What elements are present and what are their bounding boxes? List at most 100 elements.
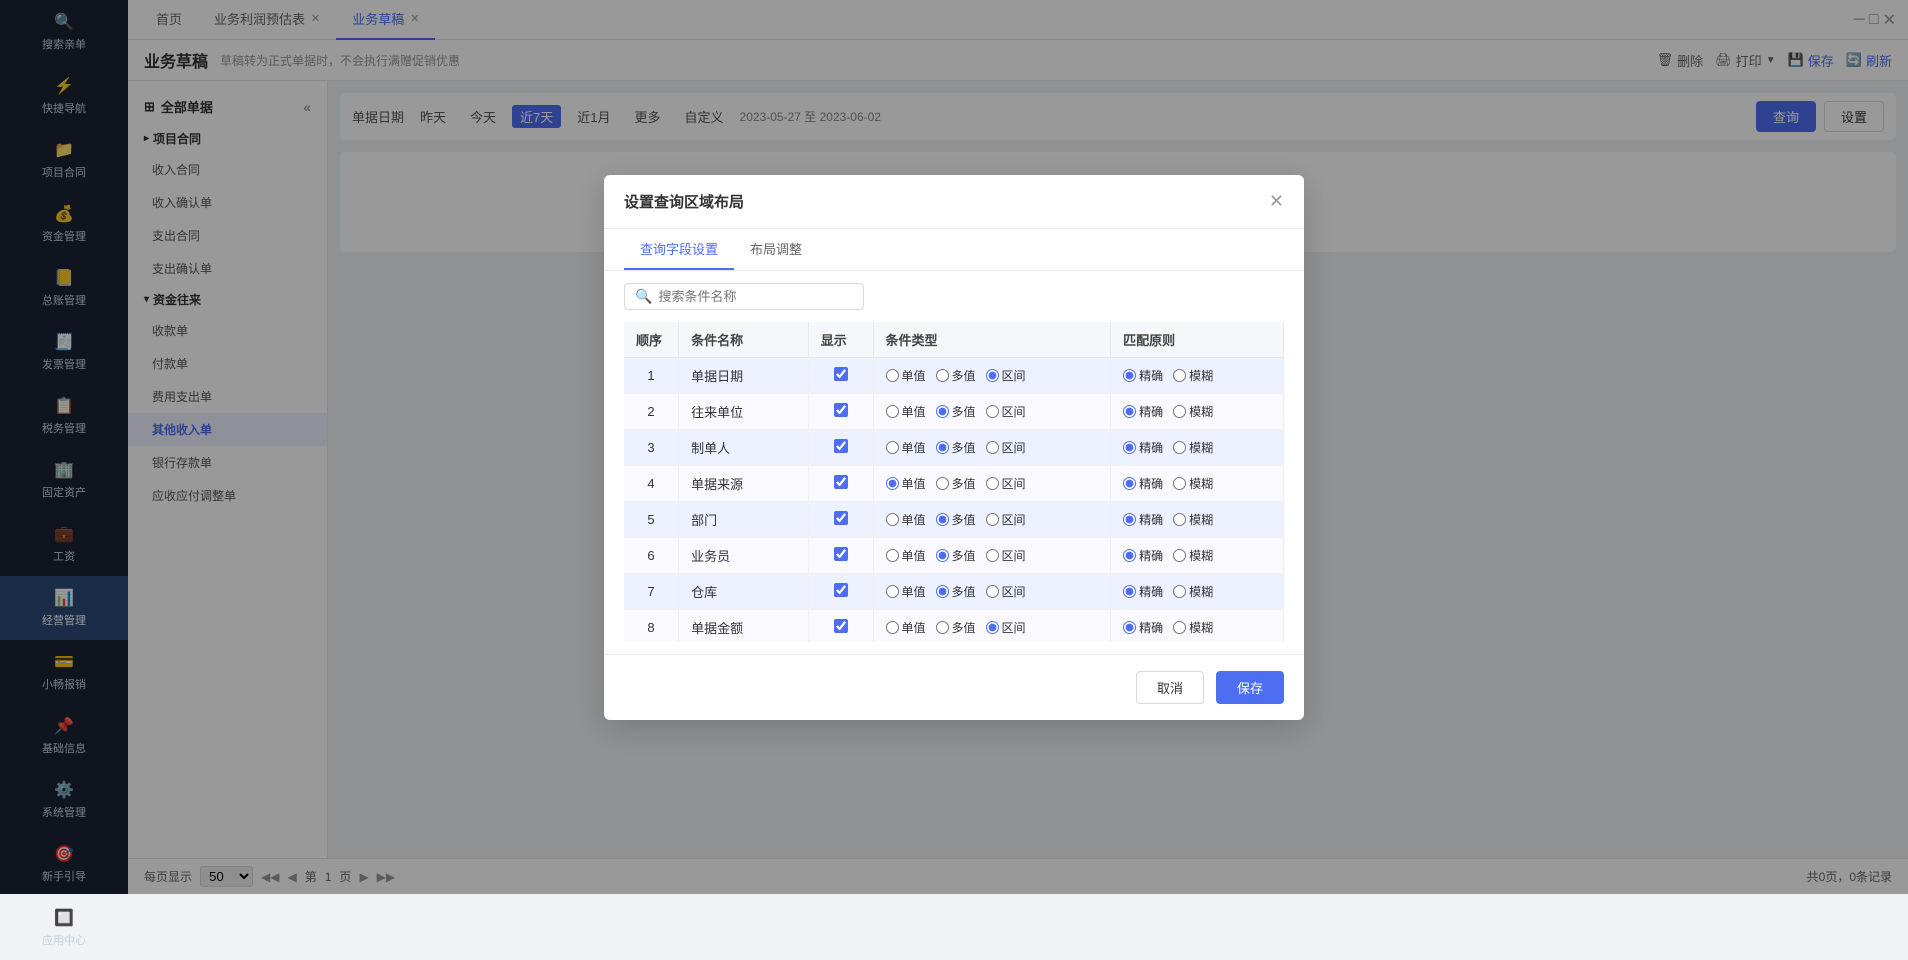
show-checkbox[interactable] [834,511,848,525]
radio-single-input[interactable] [886,441,899,454]
radio-match-exact[interactable]: 精确 [1123,511,1163,528]
radio-match-exact-input[interactable] [1123,513,1136,526]
config-table-row: 1单据日期单值多值区间精确模糊 [624,357,1284,393]
show-checkbox[interactable] [834,403,848,417]
radio-multi-input[interactable] [936,621,949,634]
modal-search-input[interactable] [658,289,853,304]
modal-tab-field-settings[interactable]: 查询字段设置 [624,229,734,270]
radio-type-single[interactable]: 单值 [886,583,926,600]
radio-match-fuzzy[interactable]: 模糊 [1173,619,1213,636]
radio-type-single[interactable]: 单值 [886,511,926,528]
radio-single-input[interactable] [886,405,899,418]
radio-multi-input[interactable] [936,441,949,454]
show-checkbox[interactable] [834,439,848,453]
radio-type-multi[interactable]: 多值 [936,547,976,564]
radio-match-exact-input[interactable] [1123,369,1136,382]
modal-tab-layout-adjust[interactable]: 布局调整 [734,229,818,270]
modal-table-scroll[interactable]: 顺序 条件名称 显示 条件类型 匹配原则 1单据日期单值多值区间精确模糊2往来单… [624,322,1284,642]
radio-match-exact-input[interactable] [1123,585,1136,598]
radio-type-single[interactable]: 单值 [886,439,926,456]
radio-type-range[interactable]: 区间 [986,475,1026,492]
radio-type-single[interactable]: 单值 [886,475,926,492]
radio-type-range[interactable]: 区间 [986,367,1026,384]
radio-type-range[interactable]: 区间 [986,583,1026,600]
radio-match-fuzzy-input[interactable] [1173,369,1186,382]
show-checkbox[interactable] [834,547,848,561]
radio-range-input[interactable] [986,441,999,454]
radio-multi-input[interactable] [936,549,949,562]
cell-type: 单值多值区间 [873,537,1111,573]
radio-type-multi[interactable]: 多值 [936,511,976,528]
radio-match-fuzzy[interactable]: 模糊 [1173,583,1213,600]
radio-match-exact-input[interactable] [1123,621,1136,634]
radio-multi-input[interactable] [936,477,949,490]
radio-match-fuzzy-input[interactable] [1173,441,1186,454]
radio-range-input[interactable] [986,621,999,634]
radio-type-range[interactable]: 区间 [986,547,1026,564]
radio-range-input[interactable] [986,549,999,562]
radio-type-multi[interactable]: 多值 [936,619,976,636]
radio-match-exact[interactable]: 精确 [1123,619,1163,636]
radio-single-input[interactable] [886,477,899,490]
radio-type-single[interactable]: 单值 [886,619,926,636]
show-checkbox[interactable] [834,367,848,381]
modal-cancel-button[interactable]: 取消 [1136,671,1204,704]
radio-match-exact-input[interactable] [1123,405,1136,418]
radio-match-fuzzy-input[interactable] [1173,585,1186,598]
radio-match-fuzzy[interactable]: 模糊 [1173,439,1213,456]
radio-match-fuzzy-input[interactable] [1173,549,1186,562]
radio-match-exact[interactable]: 精确 [1123,367,1163,384]
radio-single-input[interactable] [886,513,899,526]
radio-type-range[interactable]: 区间 [986,619,1026,636]
radio-match-fuzzy-input[interactable] [1173,621,1186,634]
radio-type-single[interactable]: 单值 [886,403,926,420]
radio-match-fuzzy-input[interactable] [1173,405,1186,418]
radio-type-range[interactable]: 区间 [986,511,1026,528]
show-checkbox[interactable] [834,583,848,597]
radio-multi-input[interactable] [936,585,949,598]
radio-multi-input[interactable] [936,513,949,526]
radio-type-range[interactable]: 区间 [986,403,1026,420]
radio-range-input[interactable] [986,513,999,526]
radio-multi-input[interactable] [936,405,949,418]
radio-range-input[interactable] [986,405,999,418]
radio-single-input[interactable] [886,369,899,382]
show-checkbox[interactable] [834,475,848,489]
radio-match-exact[interactable]: 精确 [1123,403,1163,420]
radio-match-exact-input[interactable] [1123,441,1136,454]
radio-match-fuzzy[interactable]: 模糊 [1173,367,1213,384]
radio-match-fuzzy-input[interactable] [1173,477,1186,490]
radio-single-input[interactable] [886,549,899,562]
show-checkbox[interactable] [834,619,848,633]
radio-match-fuzzy[interactable]: 模糊 [1173,403,1213,420]
radio-match-fuzzy[interactable]: 模糊 [1173,475,1213,492]
radio-range-input[interactable] [986,477,999,490]
radio-type-multi[interactable]: 多值 [936,367,976,384]
radio-range-label: 区间 [1002,403,1026,420]
radio-single-input[interactable] [886,585,899,598]
radio-type-multi[interactable]: 多值 [936,583,976,600]
radio-match-fuzzy-label: 模糊 [1189,583,1213,600]
radio-type-single[interactable]: 单值 [886,367,926,384]
radio-range-input[interactable] [986,585,999,598]
radio-match-fuzzy[interactable]: 模糊 [1173,511,1213,528]
radio-type-single[interactable]: 单值 [886,547,926,564]
radio-match-fuzzy[interactable]: 模糊 [1173,547,1213,564]
radio-range-input[interactable] [986,369,999,382]
radio-type-multi[interactable]: 多值 [936,403,976,420]
sidebar-item-app[interactable]: 🔲 应用中心 [0,896,128,960]
modal-save-button[interactable]: 保存 [1216,671,1284,704]
radio-type-multi[interactable]: 多值 [936,439,976,456]
radio-match-exact-input[interactable] [1123,549,1136,562]
radio-match-exact[interactable]: 精确 [1123,439,1163,456]
radio-match-exact-input[interactable] [1123,477,1136,490]
modal-close-button[interactable]: ✕ [1269,191,1284,212]
radio-match-exact[interactable]: 精确 [1123,475,1163,492]
radio-match-fuzzy-input[interactable] [1173,513,1186,526]
radio-match-exact[interactable]: 精确 [1123,583,1163,600]
radio-single-input[interactable] [886,621,899,634]
radio-type-range[interactable]: 区间 [986,439,1026,456]
radio-match-exact[interactable]: 精确 [1123,547,1163,564]
radio-multi-input[interactable] [936,369,949,382]
radio-type-multi[interactable]: 多值 [936,475,976,492]
